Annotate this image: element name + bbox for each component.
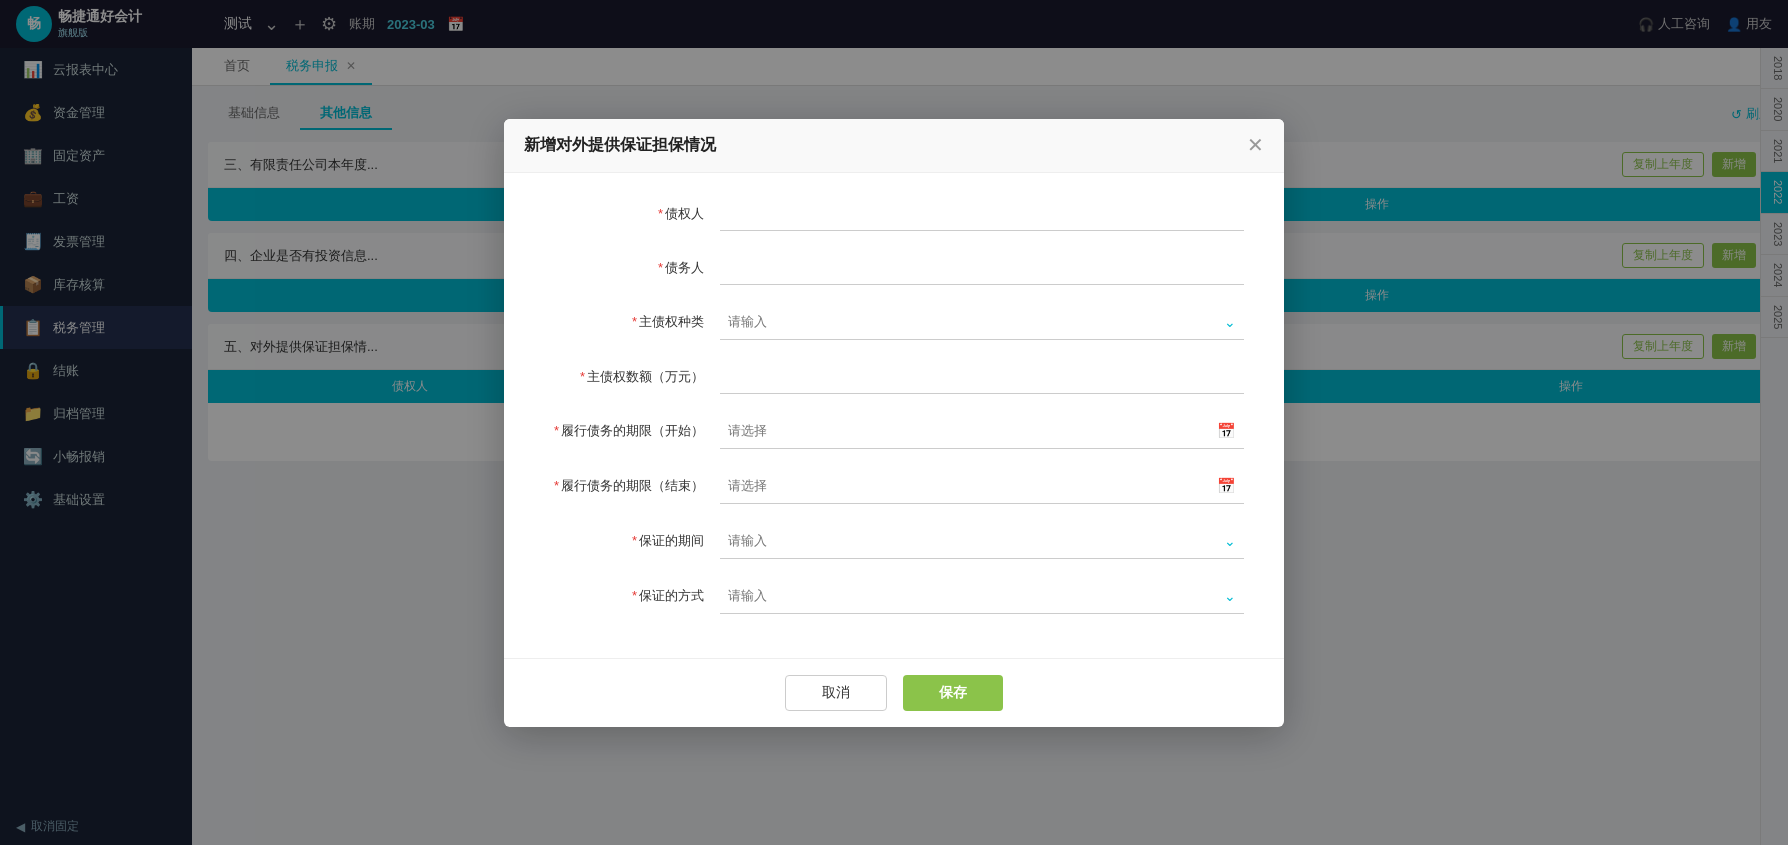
modal-header: 新增对外提供保证担保情况 ✕ [504,119,1284,173]
input-period-end[interactable] [720,469,1217,503]
label-creditor: *债权人 [544,205,704,223]
select-guarantee-method[interactable] [720,579,1244,613]
select-wrap-claim-type: ⌄ [720,305,1244,340]
select-wrap-guarantee-method: ⌄ [720,579,1244,614]
select-guarantee-period[interactable] [720,524,1244,558]
label-period-end: *履行债务的期限（结束） [544,477,704,495]
modal-body: *债权人 *债务人 *主债权种类 ⌄ [504,173,1284,658]
label-claim-type: *主债权种类 [544,313,704,331]
form-row-period-end: *履行债务的期限（结束） 📅 [544,469,1244,504]
select-claim-type[interactable] [720,305,1244,339]
modal-close-btn[interactable]: ✕ [1247,135,1264,155]
modal-footer: 取消 保存 [504,658,1284,727]
select-wrap-guarantee-period: ⌄ [720,524,1244,559]
form-row-guarantee-period: *保证的期间 ⌄ [544,524,1244,559]
input-claim-amount[interactable] [720,360,1244,394]
calendar-icon-period-start[interactable]: 📅 [1217,422,1244,440]
date-wrap-period-start: 📅 [720,414,1244,449]
modal-dialog: 新增对外提供保证担保情况 ✕ *债权人 *债务人 *主债权种类 [504,119,1284,727]
calendar-icon-period-end[interactable]: 📅 [1217,477,1244,495]
label-guarantee-method: *保证的方式 [544,587,704,605]
input-creditor[interactable] [720,197,1244,231]
input-period-start[interactable] [720,414,1217,448]
form-row-debtor: *债务人 [544,251,1244,285]
form-row-period-start: *履行债务的期限（开始） 📅 [544,414,1244,449]
label-period-start: *履行债务的期限（开始） [544,422,704,440]
label-claim-amount: *主债权数额（万元） [544,368,704,386]
label-debtor: *债务人 [544,259,704,277]
form-row-guarantee-method: *保证的方式 ⌄ [544,579,1244,614]
cancel-button[interactable]: 取消 [785,675,887,711]
form-row-claim-amount: *主债权数额（万元） [544,360,1244,394]
form-row-creditor: *债权人 [544,197,1244,231]
modal-title: 新增对外提供保证担保情况 [524,135,716,156]
save-button[interactable]: 保存 [903,675,1003,711]
modal-overlay: 新增对外提供保证担保情况 ✕ *债权人 *债务人 *主债权种类 [0,0,1788,845]
input-debtor[interactable] [720,251,1244,285]
label-guarantee-period: *保证的期间 [544,532,704,550]
date-wrap-period-end: 📅 [720,469,1244,504]
form-row-claim-type: *主债权种类 ⌄ [544,305,1244,340]
